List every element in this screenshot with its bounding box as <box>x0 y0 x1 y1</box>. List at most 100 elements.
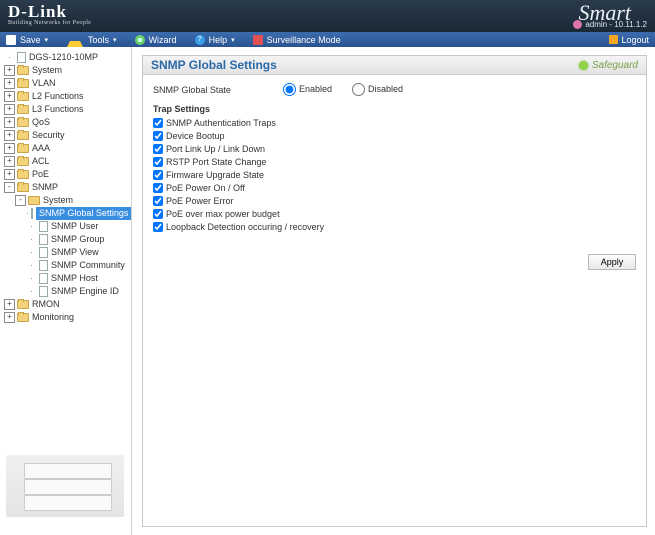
tree-item-system[interactable]: +System <box>4 64 131 77</box>
tree-toggle-icon[interactable]: + <box>4 117 15 128</box>
trap-checkbox[interactable] <box>153 118 163 128</box>
tree-item-snmp-view[interactable]: ·SNMP View <box>4 246 131 259</box>
logout-icon <box>609 35 618 44</box>
trap-option[interactable]: PoE over max power budget <box>153 207 636 220</box>
tree-item-vlan[interactable]: +VLAN <box>4 77 131 90</box>
tree-toggle-icon[interactable]: + <box>4 169 15 180</box>
folder-icon <box>17 92 29 101</box>
enabled-option[interactable]: Enabled <box>283 83 332 96</box>
app-header: D-Link Building Networks for People Smar… <box>0 0 655 32</box>
tree-toggle-icon[interactable]: + <box>4 143 15 154</box>
tree-bullet-icon: · <box>26 233 37 246</box>
trap-label: SNMP Authentication Traps <box>166 118 276 128</box>
logout-label: Logout <box>621 35 649 45</box>
save-label: Save <box>20 35 41 45</box>
save-button[interactable]: Save▾ <box>6 35 48 45</box>
tree-label: SNMP <box>32 181 58 194</box>
tree-label: QoS <box>32 116 50 129</box>
tree-toggle-icon[interactable]: + <box>4 156 15 167</box>
tree-item-poe[interactable]: +PoE <box>4 168 131 181</box>
tree-item-snmp-host[interactable]: ·SNMP Host <box>4 272 131 285</box>
trap-checkbox[interactable] <box>153 183 163 193</box>
trap-label: RSTP Port State Change <box>166 157 266 167</box>
tools-button[interactable]: Tools▾ <box>66 31 117 49</box>
trap-option[interactable]: SNMP Authentication Traps <box>153 116 636 129</box>
tools-label: Tools <box>88 35 109 45</box>
wizard-button[interactable]: Wizard <box>135 35 177 45</box>
tree-item-l2-functions[interactable]: +L2 Functions <box>4 90 131 103</box>
tree-toggle-icon[interactable]: + <box>4 312 15 323</box>
trap-checkbox[interactable] <box>153 131 163 141</box>
trap-checkbox[interactable] <box>153 196 163 206</box>
safeguard-icon <box>579 61 588 70</box>
page-icon <box>39 221 48 232</box>
tree-label: RMON <box>32 298 60 311</box>
trap-checkbox[interactable] <box>153 170 163 180</box>
tree-item-snmp[interactable]: - SNMP <box>4 181 131 194</box>
tree-toggle-icon[interactable]: + <box>4 91 15 102</box>
trap-option[interactable]: PoE Power Error <box>153 194 636 207</box>
trap-option[interactable]: PoE Power On / Off <box>153 181 636 194</box>
help-button[interactable]: ?Help▾ <box>195 35 235 45</box>
tree-label: System <box>43 194 73 207</box>
tree-item-l3-functions[interactable]: + L3 Functions <box>4 103 131 116</box>
tree-bullet-icon: · <box>26 246 37 259</box>
page-icon <box>39 286 48 297</box>
tree-bullet-icon: · <box>26 220 37 233</box>
tree-label: AAA <box>32 142 50 155</box>
wizard-icon <box>135 35 145 45</box>
tree-toggle-icon[interactable]: + <box>4 78 15 89</box>
tree-item-rmon[interactable]: + RMON <box>4 298 131 311</box>
surveillance-button[interactable]: Surveillance Mode <box>253 35 341 45</box>
trap-option[interactable]: Device Bootup <box>153 129 636 142</box>
surveillance-label: Surveillance Mode <box>267 35 341 45</box>
tree-item-acl[interactable]: +ACL <box>4 155 131 168</box>
nav-sidebar: ·DGS-1210-10MP+System+VLAN+L2 Functions+… <box>0 47 132 535</box>
tree-toggle-icon[interactable]: - <box>15 195 26 206</box>
help-icon: ? <box>195 35 205 45</box>
folder-icon <box>17 144 29 153</box>
disabled-option[interactable]: Disabled <box>352 83 403 96</box>
folder-icon <box>28 196 40 205</box>
tree-device[interactable]: ·DGS-1210-10MP <box>4 51 131 64</box>
trap-option[interactable]: RSTP Port State Change <box>153 155 636 168</box>
tree-toggle-icon[interactable]: + <box>4 104 15 115</box>
tree-label: L3 Functions <box>32 103 84 116</box>
trap-checkbox[interactable] <box>153 157 163 167</box>
logout-button[interactable]: Logout <box>609 35 649 45</box>
tree-label: SNMP Group <box>51 233 104 246</box>
tree-item-snmp-global-settings[interactable]: ·SNMP Global Settings <box>4 207 131 220</box>
trap-checkbox[interactable] <box>153 222 163 232</box>
tree-label: SNMP User <box>51 220 98 233</box>
trap-option[interactable]: Firmware Upgrade State <box>153 168 636 181</box>
tree-item-security[interactable]: +Security <box>4 129 131 142</box>
enabled-radio[interactable] <box>283 83 296 96</box>
trap-label: Loopback Detection occuring / recovery <box>166 222 324 232</box>
folder-icon <box>17 66 29 75</box>
tree-item-monitoring[interactable]: +Monitoring <box>4 311 131 324</box>
trap-option[interactable]: Port Link Up / Link Down <box>153 142 636 155</box>
tree-item-aaa[interactable]: + AAA <box>4 142 131 155</box>
trap-option[interactable]: Loopback Detection occuring / recovery <box>153 220 636 233</box>
tree-item-snmp-system[interactable]: - System <box>4 194 131 207</box>
tree-item-qos[interactable]: + QoS <box>4 116 131 129</box>
folder-icon <box>17 118 29 127</box>
tree-item-snmp-group[interactable]: · SNMP Group <box>4 233 131 246</box>
tree-item-snmp-community[interactable]: ·SNMP Community <box>4 259 131 272</box>
nav-tree: ·DGS-1210-10MP+System+VLAN+L2 Functions+… <box>0 51 131 324</box>
tree-toggle-icon[interactable]: + <box>4 299 15 310</box>
trap-checkbox[interactable] <box>153 144 163 154</box>
trap-checkbox[interactable] <box>153 209 163 219</box>
tree-toggle-icon[interactable]: - <box>4 182 15 193</box>
global-state-row: SNMP Global State Enabled Disabled <box>153 83 636 96</box>
tree-item-snmp-user[interactable]: · SNMP User <box>4 220 131 233</box>
apply-button[interactable]: Apply <box>588 254 636 270</box>
brand-tagline: Building Networks for People <box>8 20 91 26</box>
disabled-radio[interactable] <box>352 83 365 96</box>
tree-toggle-icon[interactable]: + <box>4 65 15 76</box>
tree-label: SNMP Engine ID <box>51 285 119 298</box>
tree-toggle-icon[interactable]: + <box>4 130 15 141</box>
trap-label: PoE over max power budget <box>166 209 280 219</box>
tree-item-snmp-engine-id[interactable]: ·SNMP Engine ID <box>4 285 131 298</box>
folder-icon <box>17 183 29 192</box>
